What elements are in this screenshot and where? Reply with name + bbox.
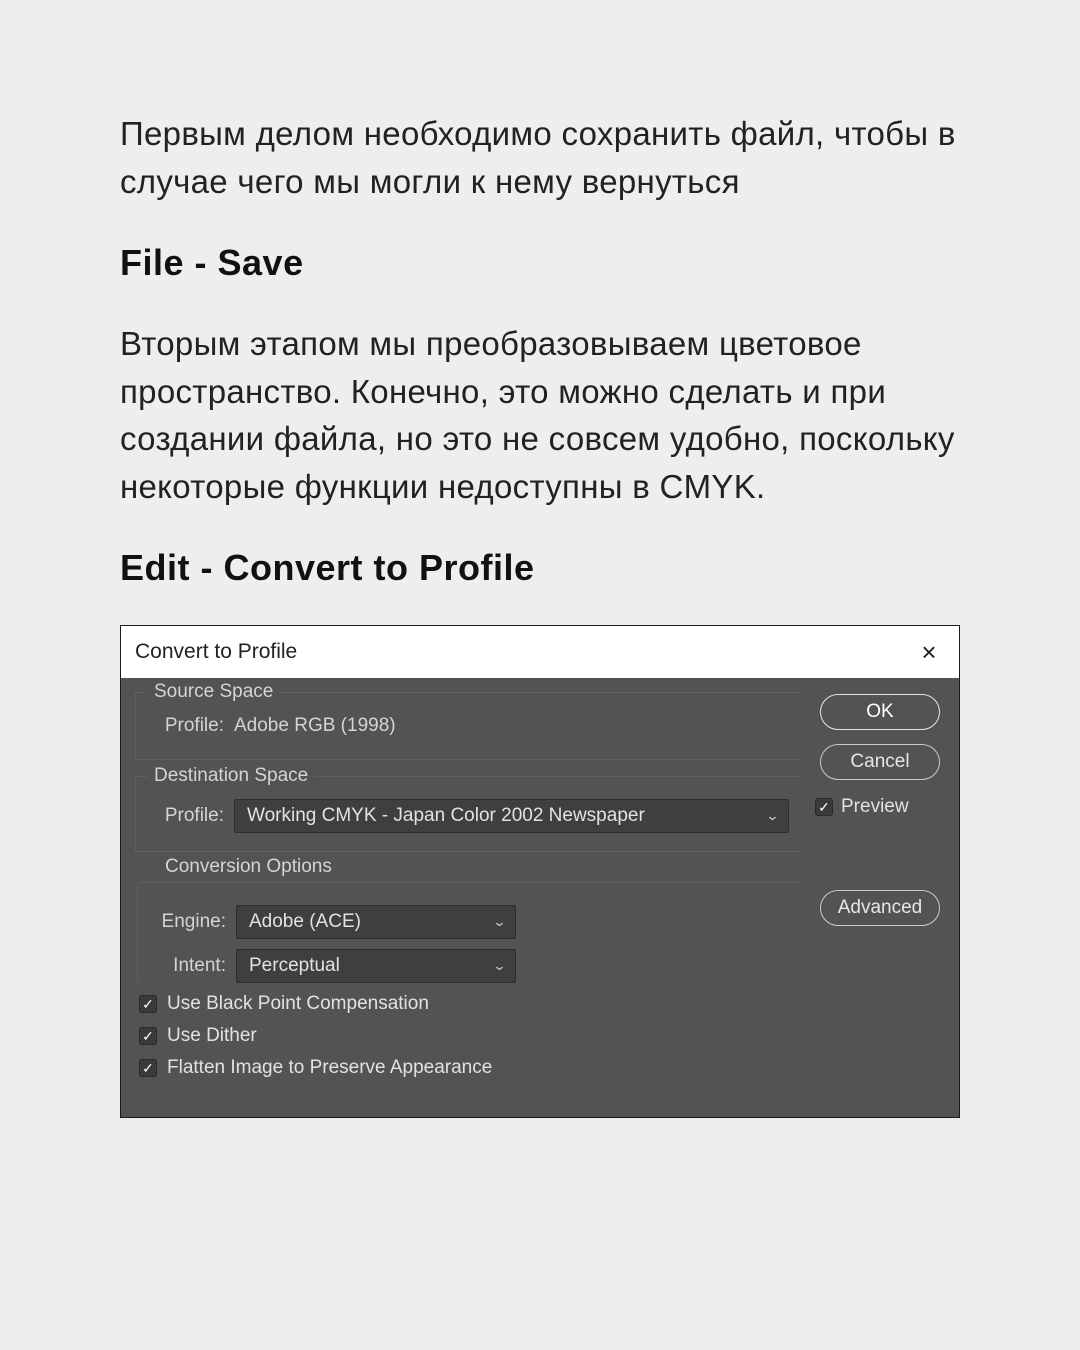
use-dither-checkbox-row[interactable]: Use Dither (139, 1025, 801, 1047)
flatten-image-label: Flatten Image to Preserve Appearance (167, 1057, 492, 1079)
heading-convert-to-profile: Edit - Convert to Profile (120, 547, 960, 589)
source-profile-value: Adobe RGB (1998) (234, 715, 396, 737)
dialog-title: Convert to Profile (135, 640, 297, 664)
use-dither-label: Use Dither (167, 1025, 257, 1047)
advanced-button[interactable]: Advanced (820, 890, 940, 926)
destination-profile-select[interactable]: Working CMYK - Japan Color 2002 Newspape… (234, 799, 789, 833)
conversion-options-group: Conversion Options Engine: Adobe (ACE) ⌄… (135, 868, 801, 1099)
destination-profile-label: Profile: (154, 805, 224, 827)
chevron-down-icon: ⌄ (765, 808, 779, 824)
flatten-image-checkbox-row[interactable]: Flatten Image to Preserve Appearance (139, 1057, 801, 1079)
cancel-button[interactable]: Cancel (820, 744, 940, 780)
ok-button[interactable]: OK (820, 694, 940, 730)
black-point-checkbox-row[interactable]: Use Black Point Compensation (139, 993, 801, 1015)
intent-value: Perceptual (249, 955, 340, 977)
convert-to-profile-dialog: Convert to Profile × Source Space Profil… (120, 625, 960, 1118)
chevron-down-icon: ⌄ (492, 914, 506, 930)
black-point-label: Use Black Point Compensation (167, 993, 429, 1015)
destination-space-legend: Destination Space (148, 765, 314, 787)
close-icon[interactable]: × (915, 639, 943, 665)
destination-profile-value: Working CMYK - Japan Color 2002 Newspape… (247, 805, 645, 827)
checkbox-checked-icon (815, 798, 833, 816)
source-space-legend: Source Space (148, 681, 279, 703)
checkbox-checked-icon (139, 1059, 157, 1077)
source-profile-label: Profile: (154, 715, 224, 737)
checkbox-checked-icon (139, 995, 157, 1013)
intent-select[interactable]: Perceptual ⌄ (236, 949, 516, 983)
chevron-down-icon: ⌄ (492, 958, 506, 974)
engine-value: Adobe (ACE) (249, 911, 361, 933)
source-space-group: Source Space Profile: Adobe RGB (1998) (135, 692, 801, 760)
dialog-titlebar: Convert to Profile × (121, 626, 959, 678)
checkbox-checked-icon (139, 1027, 157, 1045)
preview-label: Preview (841, 796, 909, 818)
heading-file-save: File - Save (120, 242, 960, 284)
intro-paragraph-1: Первым делом необходимо сохранить файл, … (120, 110, 960, 206)
engine-label: Engine: (156, 911, 226, 933)
intent-label: Intent: (156, 955, 226, 977)
engine-select[interactable]: Adobe (ACE) ⌄ (236, 905, 516, 939)
conversion-options-legend: Conversion Options (159, 856, 338, 878)
preview-checkbox-row[interactable]: Preview (815, 796, 909, 818)
intro-paragraph-2: Вторым этапом мы преобразовываем цветово… (120, 320, 960, 511)
destination-space-group: Destination Space Profile: Working CMYK … (135, 776, 801, 852)
